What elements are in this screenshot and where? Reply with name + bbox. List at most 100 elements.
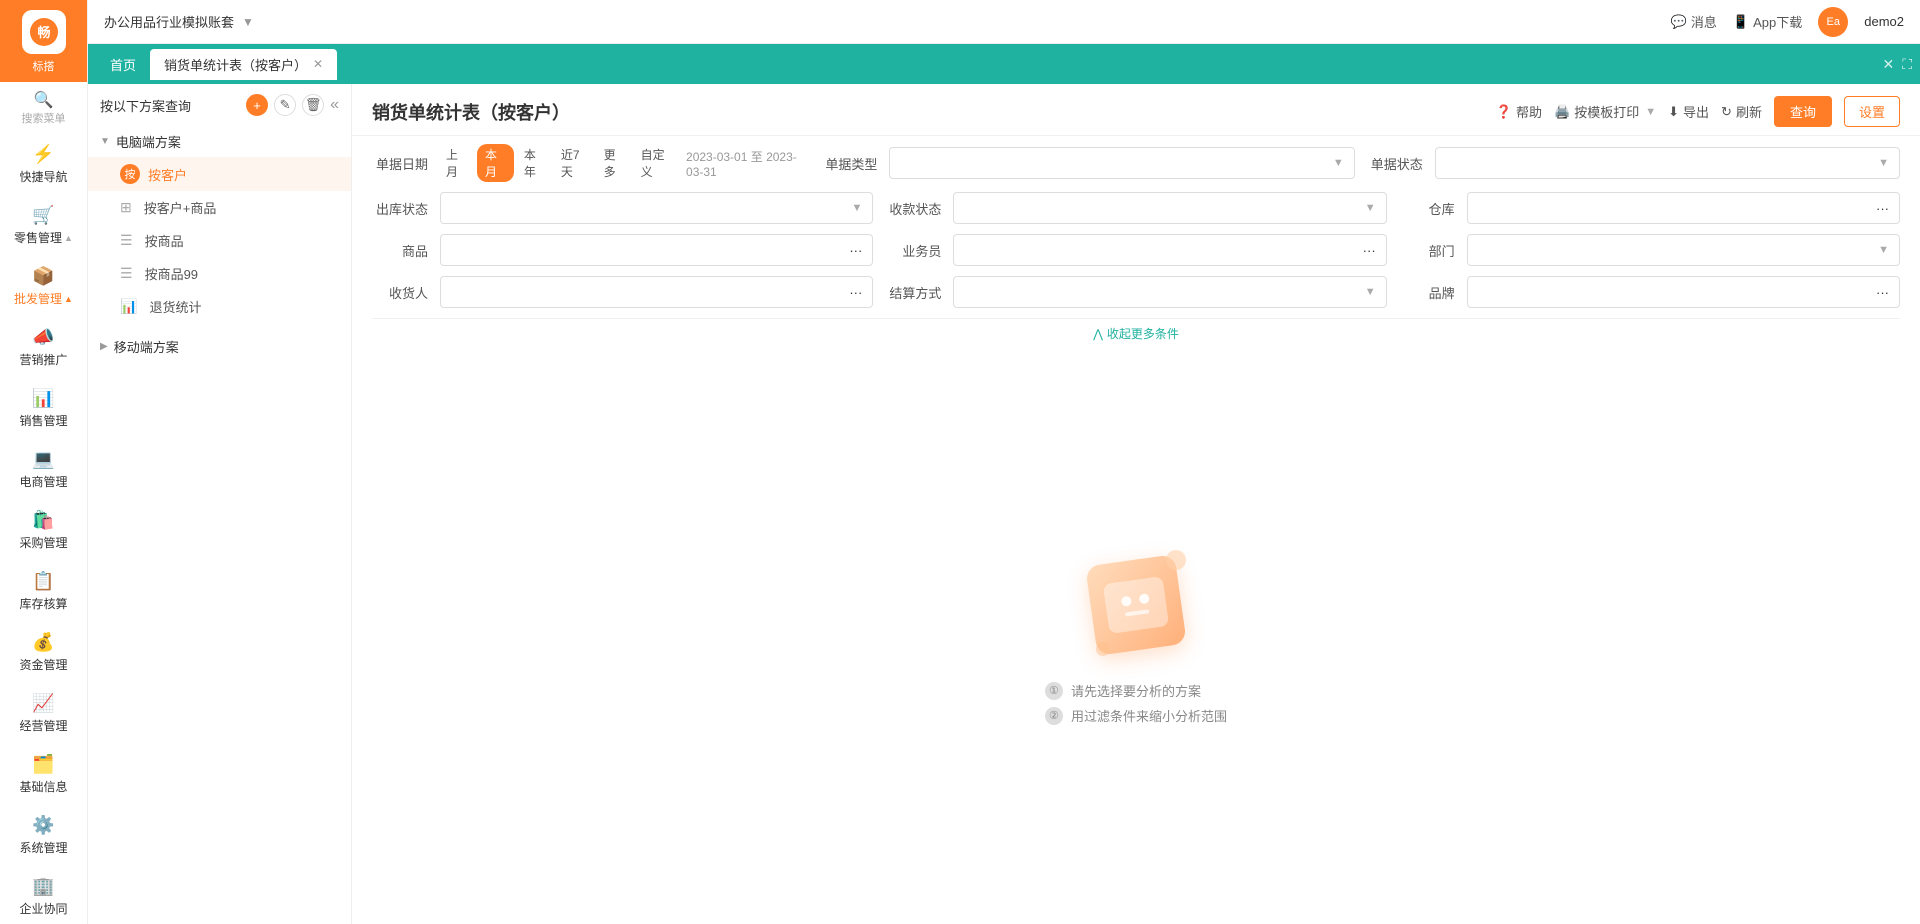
sidebar-item-purchase[interactable]: 🛍️ 采购管理	[0, 500, 87, 561]
refresh-label: 刷新	[1736, 102, 1762, 121]
sidebar-item-finance[interactable]: 💰 资金管理	[0, 622, 87, 683]
page-title: 销货单统计表（按客户）	[372, 99, 570, 125]
print-icon: 🖨️	[1554, 104, 1570, 120]
sidebar-item-operations[interactable]: 📈 经营管理	[0, 683, 87, 744]
settlement-select[interactable]: ▼	[953, 276, 1386, 308]
sidebar-item-ecommerce[interactable]: 💻 电商管理	[0, 439, 87, 500]
message-label: 消息	[1691, 12, 1717, 31]
warehouse-label: 仓库	[1399, 199, 1455, 218]
maximize-icon[interactable]: ⛶	[1902, 56, 1912, 73]
receipt-status-select[interactable]: ▼	[953, 192, 1386, 224]
sidebar-item-quick-nav[interactable]: ⚡ 快捷导航	[0, 134, 87, 195]
date-tab-this-year[interactable]: 本年	[518, 144, 551, 182]
settlement-arrow-icon: ▼	[1365, 286, 1376, 298]
left-panel-title: 按以下方案查询	[100, 96, 191, 115]
date-tab-more[interactable]: 更多	[598, 144, 631, 182]
desktop-arrow-icon: ▼	[100, 136, 110, 147]
left-panel-header: 按以下方案查询 + ✎ 🗑 «	[88, 84, 351, 122]
mobile-arrow-icon: ▶	[100, 341, 108, 352]
dept-select[interactable]: ▼	[1467, 234, 1900, 266]
svg-text:畅: 畅	[37, 25, 50, 40]
help-label: 帮助	[1516, 102, 1542, 121]
sidebar-item-wholesale[interactable]: 📦 批发管理▲	[0, 256, 87, 317]
help-button[interactable]: ❓ 帮助	[1496, 102, 1542, 121]
print-dropdown-icon[interactable]: ▼	[1645, 106, 1656, 118]
sidebar-item-marketing[interactable]: 📣 营销推广	[0, 317, 87, 378]
warehouse-input[interactable]: ···	[1467, 192, 1900, 224]
sidebar-item-inventory[interactable]: 📋 库存核算	[0, 561, 87, 622]
collapse-filter-button[interactable]: ⋀ 收起更多条件	[372, 318, 1900, 348]
avatar-text: Ea	[1827, 16, 1840, 28]
dept-arrow-icon: ▼	[1878, 244, 1889, 256]
empty-steps: ① 请先选择要分析的方案 ② 用过滤条件来缩小分析范围	[1045, 681, 1227, 731]
brand-input[interactable]: ···	[1467, 276, 1900, 308]
doc-type-select[interactable]: ▼	[889, 147, 1354, 179]
desktop-section-header[interactable]: ▼ 电脑端方案	[88, 126, 351, 157]
sidebar-item-sales[interactable]: 📊 销售管理	[0, 378, 87, 439]
receiver-input[interactable]: ···	[440, 276, 873, 308]
app-label: App下载	[1753, 12, 1802, 31]
out-status-arrow-icon: ▼	[851, 202, 862, 214]
date-tab-custom[interactable]: 自定义	[635, 144, 678, 182]
out-status-select[interactable]: ▼	[440, 192, 873, 224]
tree-item-by-customer-goods[interactable]: ⊞ 按客户+商品	[88, 191, 351, 224]
wholesale-icon: 📦	[32, 266, 54, 287]
empty-state: ① 请先选择要分析的方案 ② 用过滤条件来缩小分析范围	[352, 352, 1920, 924]
tree-item-by-goods[interactable]: ☰ 按商品	[88, 224, 351, 257]
header-account-title: 办公用品行业模拟账套	[104, 12, 234, 31]
right-panel: 销货单统计表（按客户） ❓ 帮助 🖨️ 按模板打印 ▼ ⬇ 导出	[352, 84, 1920, 924]
collapse-label: 收起更多条件	[1107, 325, 1179, 342]
desktop-section: ▼ 电脑端方案 按 按客户 ⊞ 按客户+商品 ☰ 按商品 ☰ 按商品99	[88, 122, 351, 327]
goods-input[interactable]: ···	[440, 234, 873, 266]
sidebar-search[interactable]: 🔍 搜索菜单	[0, 82, 87, 134]
tab-sales-stats[interactable]: 销货单统计表（按客户） ✕	[150, 49, 337, 80]
warehouse-dots: ···	[1876, 201, 1889, 216]
header-left: 办公用品行业模拟账套 ▼	[104, 12, 254, 31]
tree-item-by-goods-99[interactable]: ☰ 按商品99	[88, 257, 351, 290]
query-button[interactable]: 查询	[1774, 96, 1832, 127]
sidebar-item-enterprise[interactable]: 🏢 企业协同	[0, 866, 87, 924]
salesperson-input[interactable]: ···	[953, 234, 1386, 266]
mobile-section-header[interactable]: ▶ 移动端方案	[88, 331, 351, 362]
tree-item-by-customer[interactable]: 按 按客户	[88, 157, 351, 191]
settings-button[interactable]: 设置	[1844, 96, 1900, 127]
out-status-label: 出库状态	[372, 199, 428, 218]
close-tab-icon[interactable]: ✕	[313, 57, 323, 71]
message-button[interactable]: 💬 消息	[1671, 12, 1717, 31]
search-label: 搜索菜单	[6, 110, 81, 126]
logo-icon: 畅	[22, 10, 66, 54]
date-tab-last-month[interactable]: 上月	[440, 144, 473, 182]
date-control: 上月 本月 本年 近7天 更多 自定义 2023-03-01 至 2023-03…	[440, 144, 809, 182]
sidebar-item-system[interactable]: ⚙️ 系统管理	[0, 805, 87, 866]
brand-dots: ···	[1876, 285, 1889, 300]
edit-scheme-button[interactable]: ✎	[274, 94, 296, 116]
settlement-label: 结算方式	[885, 283, 941, 302]
collapse-panel-icon[interactable]: «	[330, 96, 339, 114]
left-panel: 按以下方案查询 + ✎ 🗑 « ▼ 电脑端方案 按 按客户 ⊞	[88, 84, 352, 924]
print-button[interactable]: 🖨️ 按模板打印 ▼	[1554, 102, 1656, 121]
filter-area: 单据日期 上月 本月 本年 近7天 更多 自定义 2023-03-01 至 20…	[352, 135, 1920, 352]
minimize-icon[interactable]: ✕	[1882, 56, 1894, 73]
date-tab-this-month[interactable]: 本月	[477, 144, 514, 182]
tree-item-return-stats[interactable]: 📊 退货统计	[88, 290, 351, 323]
date-tab-7days[interactable]: 近7天	[555, 144, 594, 182]
header-dropdown-icon[interactable]: ▼	[242, 15, 254, 29]
sidebar: 畅 标搭 🔍 搜索菜单 ⚡ 快捷导航 🛒 零售管理▲ 📦 批发管理▲ 📣 营销推…	[0, 0, 88, 924]
user-avatar[interactable]: Ea	[1818, 7, 1848, 37]
refresh-button[interactable]: ↻ 刷新	[1721, 102, 1762, 121]
brand-label: 品牌	[1399, 283, 1455, 302]
delete-scheme-button[interactable]: 🗑	[302, 94, 324, 116]
app-download-button[interactable]: 📱 App下载	[1733, 12, 1802, 31]
sidebar-item-retail[interactable]: 🛒 零售管理▲	[0, 195, 87, 256]
sidebar-item-basic[interactable]: 🗂️ 基础信息	[0, 744, 87, 805]
tab-home[interactable]: 首页	[96, 49, 150, 80]
by-goods-99-icon: ☰	[120, 265, 133, 282]
header-right: 💬 消息 📱 App下载 Ea demo2	[1671, 7, 1904, 37]
doc-status-select[interactable]: ▼	[1435, 147, 1900, 179]
user-name: demo2	[1864, 14, 1904, 29]
add-scheme-button[interactable]: +	[246, 94, 268, 116]
export-button[interactable]: ⬇ 导出	[1668, 102, 1709, 121]
operations-icon: 📈	[32, 693, 54, 714]
receiver-label: 收货人	[372, 283, 428, 302]
sales-icon: 📊	[32, 388, 54, 409]
